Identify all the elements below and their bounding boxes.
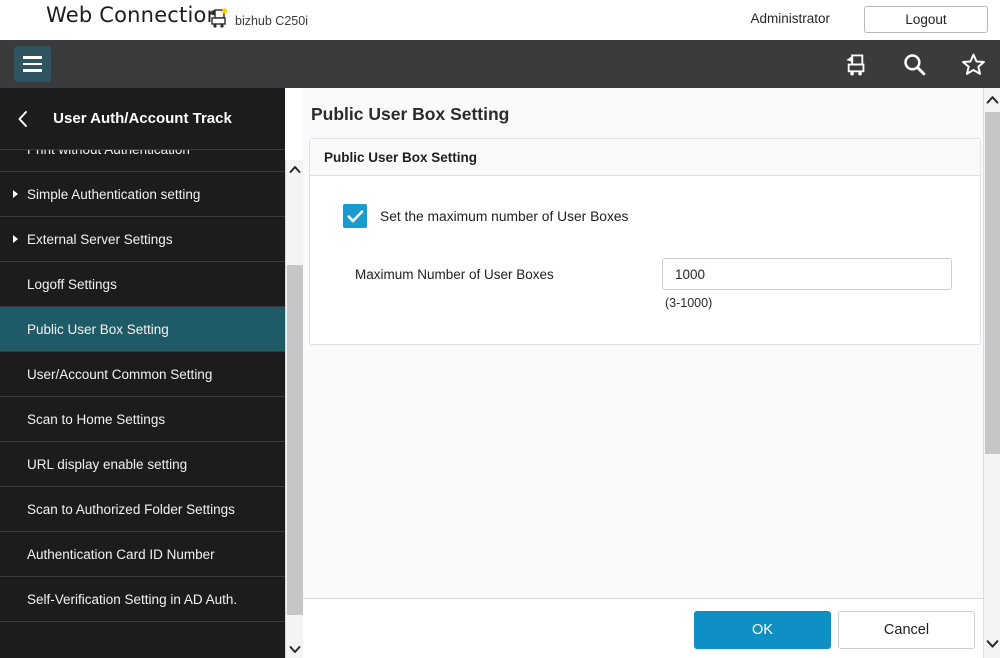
admin-label: Administrator [750, 11, 830, 26]
sidebar-item-label: Public User Box Setting [27, 322, 169, 337]
chevron-left-icon[interactable] [12, 108, 34, 130]
checkbox-label: Set the maximum number of User Boxes [380, 209, 628, 224]
brand-bar: Web Connection bizhub C250i Administrato… [0, 0, 1000, 40]
max-userboxes-checkbox[interactable] [343, 204, 367, 228]
footer-actions: OK Cancel [303, 599, 983, 658]
page-title: Public User Box Setting [311, 104, 509, 125]
sidebar-menu-viewport: Print without Authentication Simple Authe… [0, 150, 285, 658]
sidebar-item-scan-to-authorized-folder-settings[interactable]: Scan to Authorized Folder Settings [0, 487, 285, 532]
page-scrollbar-thumb[interactable] [985, 112, 1000, 454]
sidebar-item-label: Scan to Home Settings [27, 412, 165, 427]
chevron-up-icon[interactable] [984, 90, 1000, 110]
sidebar-title: User Auth/Account Track [0, 110, 285, 127]
max-userboxes-input[interactable] [662, 258, 952, 290]
expand-arrow-icon [13, 190, 18, 198]
page-scrollbar[interactable] [983, 88, 1000, 658]
sidebar-item-label: External Server Settings [27, 232, 173, 247]
sidebar-scrollbar-thumb[interactable] [287, 265, 303, 615]
sidebar-item-label: User/Account Common Setting [27, 367, 212, 382]
app-title: Web Connection [46, 3, 220, 27]
printer-icon[interactable] [843, 53, 868, 76]
sidebar-menu-list: Print without Authentication Simple Authe… [0, 150, 285, 622]
printer-icon [207, 8, 229, 33]
card-body: Set the maximum number of User Boxes Max… [310, 176, 980, 344]
sidebar-item-scan-to-home-settings[interactable]: Scan to Home Settings [0, 397, 285, 442]
cancel-button[interactable]: Cancel [838, 611, 975, 649]
sidebar-item-print-without-authentication[interactable]: Print without Authentication [0, 150, 285, 172]
device-indicator: bizhub C250i [207, 8, 308, 33]
star-icon[interactable] [961, 52, 986, 77]
expand-arrow-icon [13, 235, 18, 243]
sidebar-item-simple-authentication-setting[interactable]: Simple Authentication setting [0, 172, 285, 217]
sidebar-item-public-user-box-setting[interactable]: Public User Box Setting [0, 307, 285, 352]
device-name: bizhub C250i [235, 14, 308, 28]
field-label: Maximum Number of User Boxes [355, 267, 554, 282]
sidebar-item-authentication-card-id-number[interactable]: Authentication Card ID Number [0, 532, 285, 577]
sidebar-item-label: Authentication Card ID Number [27, 547, 215, 562]
chevron-down-icon[interactable] [286, 640, 304, 658]
sidebar-item-self-verification-setting-in-ad-auth[interactable]: Self-Verification Setting in AD Auth. [0, 577, 285, 622]
settings-card: Public User Box Setting Set the maximum … [309, 138, 981, 345]
sidebar-item-label: URL display enable setting [27, 457, 187, 472]
sidebar-item-label: Simple Authentication setting [27, 187, 200, 202]
ok-button[interactable]: OK [694, 611, 831, 649]
nav-icon-group [843, 40, 986, 88]
sidebar-item-external-server-settings[interactable]: External Server Settings [0, 217, 285, 262]
sidebar-header: User Auth/Account Track [0, 88, 285, 150]
sidebar-item-label: Scan to Authorized Folder Settings [27, 502, 235, 517]
sidebar-scrollbar[interactable] [285, 160, 303, 658]
chevron-up-icon[interactable] [286, 160, 304, 178]
sidebar-item-label: Self-Verification Setting in AD Auth. [27, 592, 237, 607]
main-content: Public User Box Setting Public User Box … [303, 88, 983, 658]
sidebar-item-url-display-enable-setting[interactable]: URL display enable setting [0, 442, 285, 487]
sidebar-item-label: Print without Authentication [27, 150, 190, 157]
max-userboxes-checkbox-row[interactable]: Set the maximum number of User Boxes [343, 204, 628, 228]
check-icon [347, 210, 364, 223]
field-range-hint: (3-1000) [665, 296, 712, 310]
chevron-down-icon[interactable] [984, 634, 1000, 654]
logout-button[interactable]: Logout [864, 6, 988, 33]
sidebar-item-user-account-common-setting[interactable]: User/Account Common Setting [0, 352, 285, 397]
card-title: Public User Box Setting [310, 139, 980, 176]
sidebar-item-label: Logoff Settings [27, 277, 117, 292]
search-icon[interactable] [902, 52, 927, 77]
sidebar-item-logoff-settings[interactable]: Logoff Settings [0, 262, 285, 307]
sidebar: User Auth/Account Track Print without Au… [0, 88, 285, 658]
navigation-bar [0, 40, 1000, 88]
hamburger-menu-icon[interactable] [14, 46, 51, 82]
